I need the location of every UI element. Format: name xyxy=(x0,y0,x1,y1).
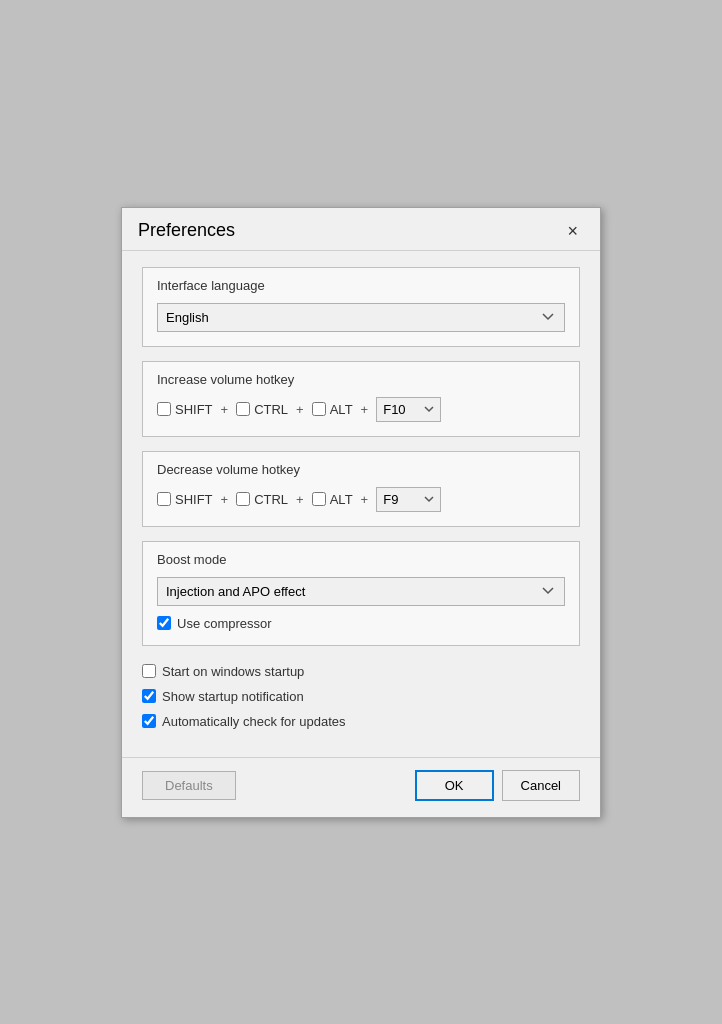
increase-key-select[interactable]: F1 F2 F3 F4 F5 F6 F7 F8 F9 F10 F11 F12 xyxy=(376,397,441,422)
increase-ctrl-checkbox[interactable] xyxy=(236,402,250,416)
interface-language-label: Interface language xyxy=(157,278,565,293)
decrease-hotkey-label: Decrease volume hotkey xyxy=(157,462,565,477)
decrease-alt-checkbox[interactable] xyxy=(312,492,326,506)
decrease-ctrl-label: CTRL xyxy=(254,492,288,507)
decrease-ctrl-checkbox[interactable] xyxy=(236,492,250,506)
standalone-checkboxes: Start on windows startup Show startup no… xyxy=(142,660,580,737)
interface-language-section: Interface language English German French… xyxy=(142,267,580,347)
interface-language-select[interactable]: English German French Spanish Russian xyxy=(157,303,565,332)
increase-plus-1: + xyxy=(221,402,229,417)
startup-label: Start on windows startup xyxy=(162,664,304,679)
increase-shift-label: SHIFT xyxy=(175,402,213,417)
increase-alt-label: ALT xyxy=(330,402,353,417)
title-bar: Preferences × xyxy=(122,208,600,251)
decrease-shift-label: SHIFT xyxy=(175,492,213,507)
ok-button[interactable]: OK xyxy=(415,770,494,801)
cancel-button[interactable]: Cancel xyxy=(502,770,580,801)
decrease-plus-1: + xyxy=(221,492,229,507)
decrease-shift-item: SHIFT xyxy=(157,492,213,507)
auto-update-row[interactable]: Automatically check for updates xyxy=(142,714,580,729)
increase-plus-2: + xyxy=(296,402,304,417)
decrease-plus-2: + xyxy=(296,492,304,507)
defaults-button[interactable]: Defaults xyxy=(142,771,236,800)
increase-plus-3: + xyxy=(361,402,369,417)
use-compressor-label: Use compressor xyxy=(177,616,272,631)
dialog-title: Preferences xyxy=(138,220,235,241)
increase-alt-checkbox[interactable] xyxy=(312,402,326,416)
startup-row[interactable]: Start on windows startup xyxy=(142,664,580,679)
decrease-alt-label: ALT xyxy=(330,492,353,507)
decrease-key-select[interactable]: F1 F2 F3 F4 F5 F6 F7 F8 F9 F10 F11 F12 xyxy=(376,487,441,512)
increase-hotkey-label: Increase volume hotkey xyxy=(157,372,565,387)
decrease-alt-item: ALT xyxy=(312,492,353,507)
dialog-footer: Defaults OK Cancel xyxy=(122,757,600,817)
increase-ctrl-label: CTRL xyxy=(254,402,288,417)
decrease-shift-checkbox[interactable] xyxy=(157,492,171,506)
startup-notification-label: Show startup notification xyxy=(162,689,304,704)
increase-ctrl-item: CTRL xyxy=(236,402,288,417)
increase-hotkey-section: Increase volume hotkey SHIFT + CTRL + AL… xyxy=(142,361,580,437)
preferences-dialog: Preferences × Interface language English… xyxy=(121,207,601,818)
increase-shift-item: SHIFT xyxy=(157,402,213,417)
startup-notification-row[interactable]: Show startup notification xyxy=(142,689,580,704)
decrease-plus-3: + xyxy=(361,492,369,507)
auto-update-label: Automatically check for updates xyxy=(162,714,346,729)
decrease-ctrl-item: CTRL xyxy=(236,492,288,507)
decrease-hotkey-row: SHIFT + CTRL + ALT + F1 F2 F3 F4 xyxy=(157,487,565,512)
boost-mode-label: Boost mode xyxy=(157,552,565,567)
increase-alt-item: ALT xyxy=(312,402,353,417)
startup-checkbox[interactable] xyxy=(142,664,156,678)
use-compressor-checkbox[interactable] xyxy=(157,616,171,630)
boost-mode-select[interactable]: Injection and APO effect Injection only … xyxy=(157,577,565,606)
dialog-content: Interface language English German French… xyxy=(122,251,600,753)
close-button[interactable]: × xyxy=(561,220,584,242)
boost-mode-section: Boost mode Injection and APO effect Inje… xyxy=(142,541,580,646)
footer-right-buttons: OK Cancel xyxy=(415,770,580,801)
increase-hotkey-row: SHIFT + CTRL + ALT + F1 F2 F3 F4 xyxy=(157,397,565,422)
auto-update-checkbox[interactable] xyxy=(142,714,156,728)
increase-shift-checkbox[interactable] xyxy=(157,402,171,416)
decrease-hotkey-section: Decrease volume hotkey SHIFT + CTRL + AL… xyxy=(142,451,580,527)
use-compressor-row[interactable]: Use compressor xyxy=(157,616,565,631)
startup-notification-checkbox[interactable] xyxy=(142,689,156,703)
